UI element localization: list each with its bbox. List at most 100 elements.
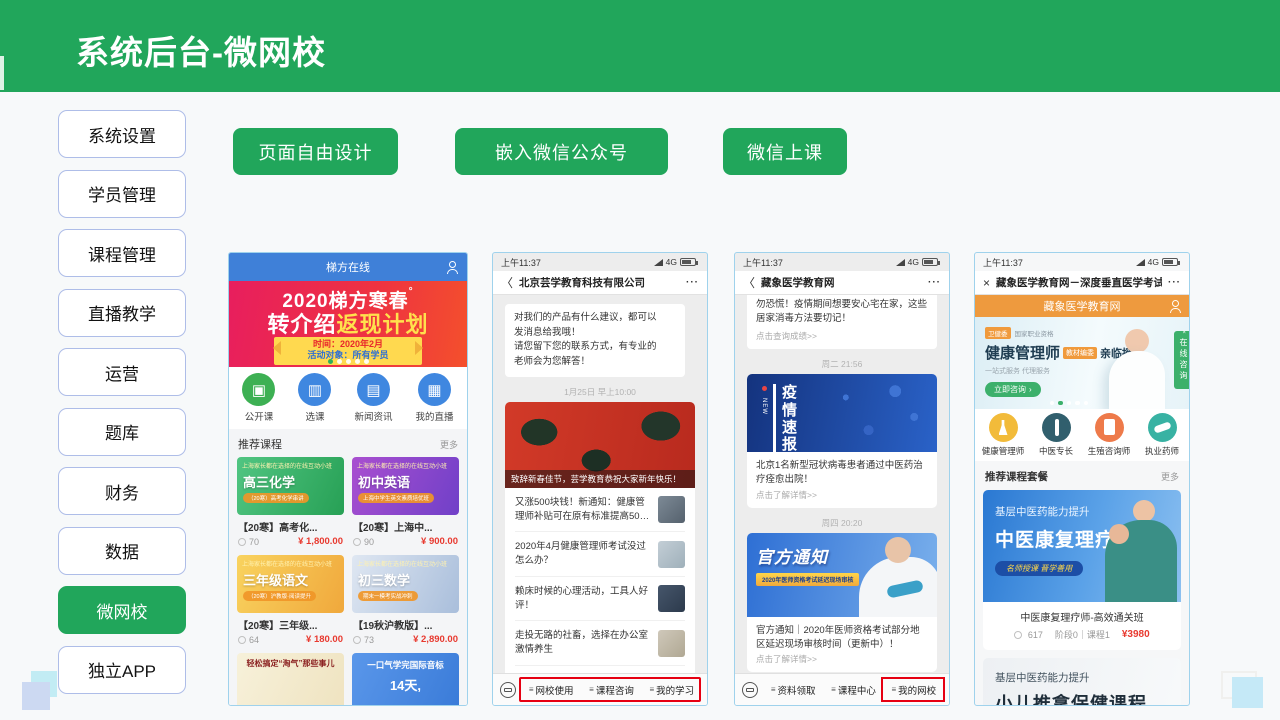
back-icon[interactable]: 〈 bbox=[501, 274, 513, 291]
slide-header: 系统后台-微网校 bbox=[0, 0, 1280, 92]
menu-materials[interactable]: ≡资料领取 bbox=[771, 683, 816, 697]
status-icons: 4G bbox=[896, 257, 941, 267]
banner-line2-yellow: 返现计划 bbox=[337, 312, 429, 337]
hero-title: 健康管理师 bbox=[985, 342, 1060, 363]
category-health-manager[interactable]: 健康管理师 bbox=[981, 413, 1025, 457]
promo-banner[interactable]: 2020梯方寒春 转介绍返现计划 时间：2020年2月 活动对象：所有学员 bbox=[229, 281, 467, 367]
menu-course-consult[interactable]: ≡课程咨询 bbox=[589, 683, 634, 697]
article-item[interactable]: 2020年4月健康管理师考试没过怎么办？ bbox=[515, 531, 685, 576]
recommended-courses-section: 推荐课程 更多 上海家长都在选择的在线互动小班 高三化学 （20寒）高考化学串讲… bbox=[229, 429, 467, 706]
more-menu-icon[interactable]: ··· bbox=[686, 277, 699, 288]
epidemic-title-block: NEW 疫情速报 bbox=[773, 384, 809, 452]
category-fertility-consultant[interactable]: 生殖咨询师 bbox=[1087, 413, 1131, 457]
back-icon[interactable]: 〈 bbox=[743, 274, 755, 291]
sidebar-item-live-teaching[interactable]: 直播教学 bbox=[58, 289, 186, 337]
new-badge: NEW bbox=[761, 398, 767, 415]
quick-icon-my-live[interactable]: ▦ 我的直播 bbox=[415, 373, 453, 423]
doctor-photo bbox=[853, 537, 937, 617]
article-card[interactable]: 致辞新春佳节，芸学教育恭祝大家新年快乐！ 又涨500块钱！新通知：健康管理师补贴… bbox=[505, 402, 695, 706]
arrow-icon: › bbox=[1029, 385, 1032, 394]
menu-my-school[interactable]: ≡我的网校 bbox=[891, 683, 936, 697]
article-card-cut[interactable]: 勿恐慌！疫情期间想要安心宅在家，这些居家消毒方法要切记！ 点击查询成绩>> bbox=[747, 295, 937, 349]
sidebar-item-question-bank[interactable]: 题库 bbox=[58, 408, 186, 456]
course-banner: 基层中医药能力提升 中医康复理疗课程 名师授课 晋学善用 bbox=[983, 490, 1181, 602]
course-package-card[interactable]: 基层中医药能力提升 中医康复理疗课程 名师授课 晋学善用 中医康复理疗师-高效通… bbox=[983, 490, 1181, 650]
hero-banner[interactable]: 卫健委 国家职业资格 健康管理师 教材编委 亲临授课 一站式服务 代理服务 立即… bbox=[975, 317, 1189, 409]
category-tcm-specialty[interactable]: 中医专长 bbox=[1034, 413, 1078, 457]
phone-screenshot-wechat-account-1: 上午11:37 4G 〈 北京芸学教育科技有限公司 ··· 对我们的产品有什么建… bbox=[492, 252, 708, 706]
enroll-count: 90 bbox=[353, 537, 374, 547]
quick-icon-open-course[interactable]: ▣ 公开课 bbox=[242, 373, 275, 423]
course-card[interactable]: 上海家长都在选择的在线互动小班 初中英语 上海中学生英文素质培优班 【20寒】上… bbox=[352, 457, 459, 547]
consult-now-button[interactable]: 立即咨询› bbox=[985, 382, 1041, 397]
quick-icon-label: 我的直播 bbox=[415, 409, 453, 423]
thermometer-icon bbox=[1042, 413, 1071, 442]
sidebar-item-student-mgmt[interactable]: 学员管理 bbox=[58, 170, 186, 218]
sidebar-item-micro-school[interactable]: 微网校 bbox=[58, 586, 186, 634]
status-icons: 4G bbox=[654, 257, 699, 267]
cover-name: 初三数学 bbox=[352, 568, 459, 589]
status-bar: 上午11:37 4G bbox=[735, 253, 949, 271]
sidebar-item-standalone-app[interactable]: 独立APP bbox=[58, 646, 186, 694]
signal-icon bbox=[1136, 259, 1145, 266]
carousel-dots[interactable] bbox=[229, 359, 467, 364]
article-text: 北京1名新型冠状病毒患者通过中医药治疗痊愈出院！ bbox=[747, 452, 937, 489]
article-item[interactable]: 又涨500块钱！新通知：健康管理师补贴可在原有标准提高500元！ bbox=[515, 488, 685, 532]
carousel-dots[interactable] bbox=[975, 401, 1163, 406]
course-price: ¥3980 bbox=[1122, 629, 1150, 640]
article-card-notice[interactable]: 官方通知 2020年医师资格考试延迟现场审核 官方通知｜2020年医师资格考试部… bbox=[747, 533, 937, 673]
webpage-title: 藏象医学教育网－深度垂直医学考试培... bbox=[996, 275, 1162, 290]
course-package-card-partial[interactable]: 基层中医药能力提升 小儿推拿保健课程 名师授课 易学易用 bbox=[983, 658, 1181, 706]
phone-screenshot-h5-school: 上午11:37 4G × 藏象医学教育网－深度垂直医学考试培... ··· 藏象… bbox=[974, 252, 1190, 706]
course-card[interactable]: 一口气学完国际音标 14天, bbox=[352, 653, 459, 706]
enroll-count: 64 bbox=[238, 635, 259, 645]
more-link[interactable]: 更多 bbox=[1161, 470, 1179, 483]
article-item[interactable]: 走投无路的社畜，选择在办公室激情养生 bbox=[515, 620, 685, 665]
article-thumb bbox=[658, 630, 685, 657]
course-card[interactable]: 上海家长都在选择的在线互动小班 三年级语文 （20寒）沪教版·阅读提升 【20寒… bbox=[237, 555, 344, 645]
sidebar-item-finance[interactable]: 财务 bbox=[58, 467, 186, 515]
cover-name: 三年级语文 bbox=[237, 568, 344, 589]
article-link[interactable]: 点击查询成绩>> bbox=[756, 330, 928, 343]
user-icon[interactable] bbox=[1170, 300, 1181, 311]
user-icon[interactable] bbox=[447, 261, 458, 272]
category-licensed-pharmacist[interactable]: 执业药师 bbox=[1140, 413, 1184, 457]
news-icon: ▤ bbox=[357, 373, 390, 406]
article-link[interactable]: 点击了解详情>> bbox=[747, 653, 937, 672]
article-card-epidemic[interactable]: NEW 疫情速报 北京1名新型冠状病毒患者通过中医药治疗痊愈出院！ 点击了解详情… bbox=[747, 374, 937, 508]
menu-school-usage[interactable]: ≡网校使用 bbox=[529, 683, 574, 697]
battery-icon bbox=[680, 258, 696, 266]
cover-name: 一口气学完国际音标 bbox=[352, 659, 459, 671]
menu-my-learning[interactable]: ≡我的学习 bbox=[649, 683, 694, 697]
course-card[interactable]: 上海家长都在选择的在线互动小班 初三数学 期末一模考实战冲刺 【19秋沪教版】.… bbox=[352, 555, 459, 645]
course-card[interactable]: 轻松搞定“淘气”那些事儿 bbox=[237, 653, 344, 706]
site-header: 藏象医学教育网 bbox=[975, 295, 1189, 317]
sidebar-item-data[interactable]: 数据 bbox=[58, 527, 186, 575]
more-link[interactable]: 更多 bbox=[440, 438, 458, 451]
feature-button-embed-wechat[interactable]: 嵌入微信公众号 bbox=[455, 128, 668, 175]
quick-icon-pick-course[interactable]: ▥ 选课 bbox=[298, 373, 331, 423]
feature-button-free-page-design[interactable]: 页面自由设计 bbox=[233, 128, 398, 175]
feature-button-wechat-class[interactable]: 微信上课 bbox=[723, 128, 847, 175]
online-consult-tab[interactable]: 在线咨询 bbox=[1174, 331, 1189, 389]
sidebar-item-course-mgmt[interactable]: 课程管理 bbox=[58, 229, 186, 277]
quick-icon-news[interactable]: ▤ 新闻资讯 bbox=[354, 373, 392, 423]
banner-line2: 小儿推拿保健课程 bbox=[995, 690, 1181, 706]
more-menu-icon[interactable]: ··· bbox=[928, 277, 941, 288]
sidebar-item-system-settings[interactable]: 系统设置 bbox=[58, 110, 186, 158]
sidebar-item-operations[interactable]: 运营 bbox=[58, 348, 186, 396]
article-link[interactable]: 点击了解详情>> bbox=[747, 489, 937, 508]
keyboard-icon[interactable] bbox=[500, 682, 516, 698]
enroll-count: 73 bbox=[353, 635, 374, 645]
keyboard-icon[interactable] bbox=[742, 682, 758, 698]
more-menu-icon[interactable]: ··· bbox=[1168, 277, 1181, 288]
cover-title: 官方通知 bbox=[756, 543, 828, 568]
epidemic-cover-image: NEW 疫情速报 bbox=[747, 374, 937, 452]
article-item[interactable]: 赖床时候的心理活动，工具人好评！ bbox=[515, 576, 685, 621]
glove-shape bbox=[886, 579, 924, 598]
menu-course-center[interactable]: ≡课程中心 bbox=[831, 683, 876, 697]
menu-icon: ≡ bbox=[831, 685, 836, 694]
course-card[interactable]: 上海家长都在选择的在线互动小班 高三化学 （20寒）高考化学串讲 【20寒】高考… bbox=[237, 457, 344, 547]
course-title: 【20寒】高考化... bbox=[238, 519, 343, 534]
close-icon[interactable]: × bbox=[983, 276, 990, 290]
